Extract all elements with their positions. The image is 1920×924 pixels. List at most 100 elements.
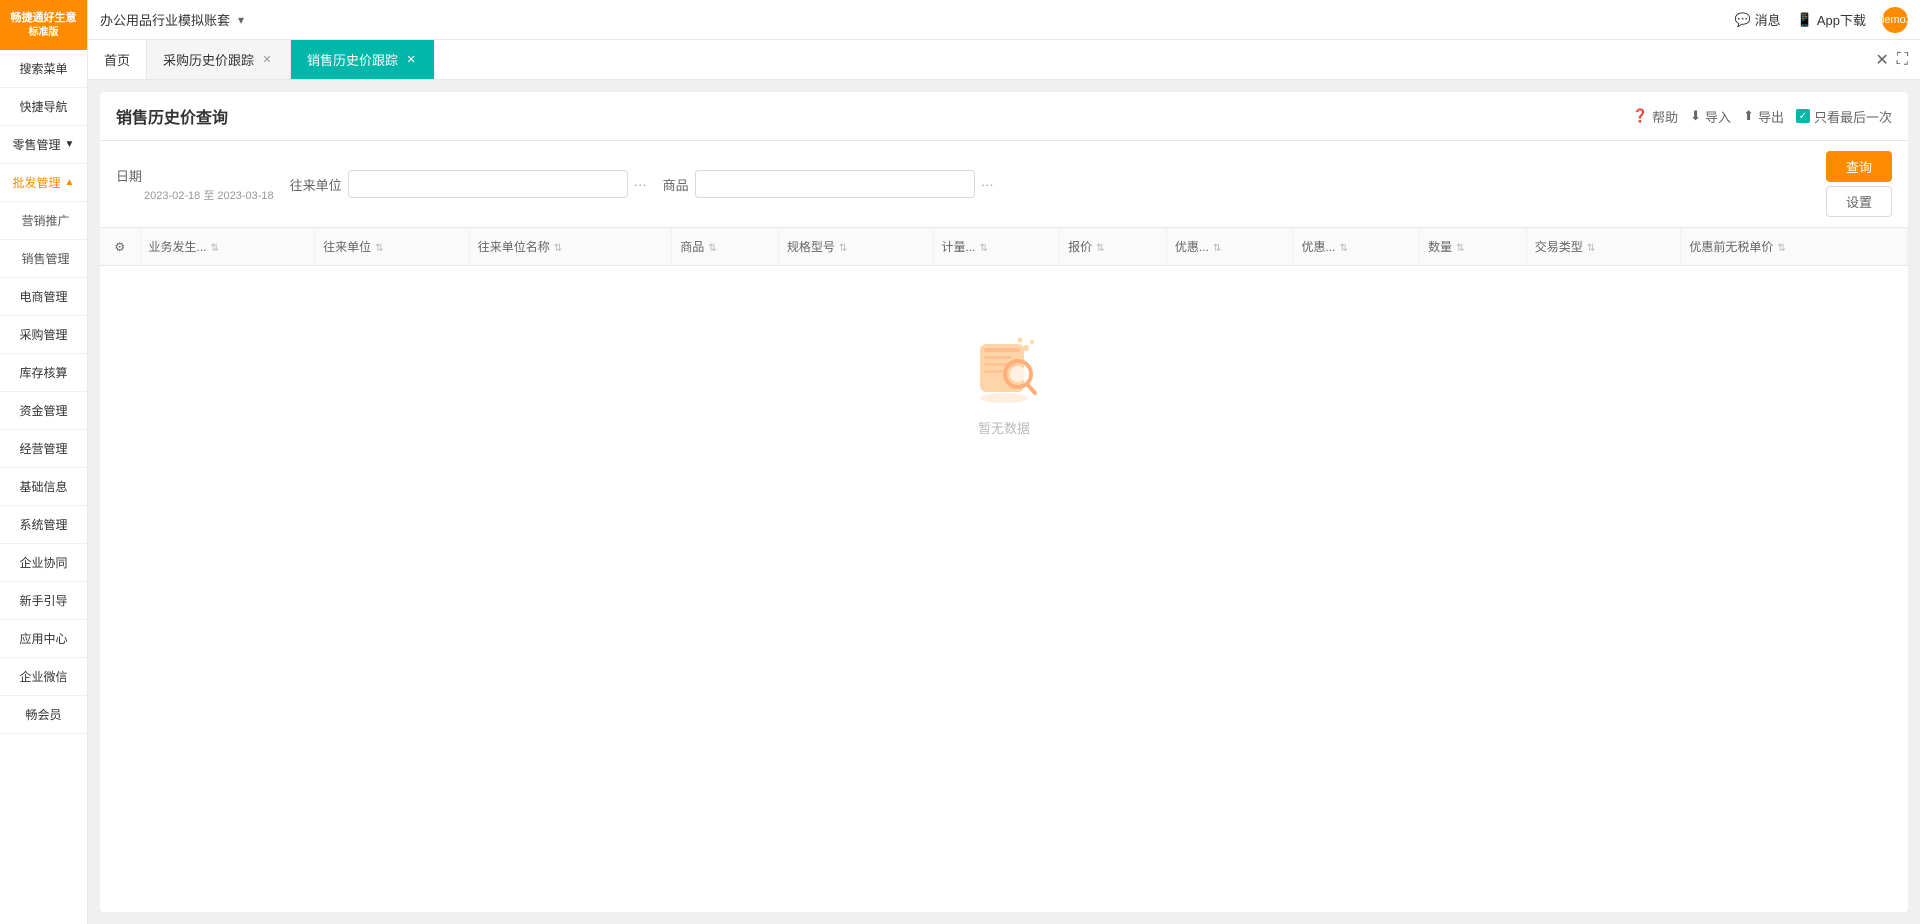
col-header-product[interactable]: 商品⇅ — [672, 228, 779, 266]
tab-label-1: 采购历史价跟踪 — [163, 50, 254, 69]
import-btn[interactable]: ⬇ 导入 — [1690, 107, 1731, 126]
tab-close-2[interactable]: ✕ — [404, 53, 418, 67]
message-icon: 💬 — [1734, 12, 1750, 28]
data-table: ⚙业务发生...⇅往来单位⇅往来单位名称⇅商品⇅规格型号⇅计量...⇅报价⇅优惠… — [100, 228, 1908, 266]
tab-sales-history[interactable]: 销售历史价跟踪 ✕ — [291, 40, 435, 79]
sort-icon: ⇅ — [1456, 243, 1464, 254]
page-title: 销售历史价查询 — [116, 104, 228, 128]
date-range-display: 2023-02-18 至 2023-03-18 — [144, 187, 274, 203]
partner-dots[interactable]: ··· — [634, 177, 647, 192]
col-header-partner_code[interactable]: 往来单位⇅ — [315, 228, 470, 266]
col-header-spec[interactable]: 规格型号⇅ — [778, 228, 933, 266]
date-filter-group: 日期 — [116, 166, 274, 185]
date-label: 日期 — [116, 166, 142, 185]
col-header-settings: ⚙ — [100, 228, 140, 266]
sort-icon: ⇅ — [708, 243, 716, 254]
avatar: demo2 — [1882, 7, 1908, 33]
date-filter-block: 日期 2023-02-18 至 2023-03-18 — [116, 166, 274, 203]
sidebar-item-6[interactable]: 电商管理 — [0, 278, 87, 316]
sidebar-item-4[interactable]: 营销推广 — [0, 202, 87, 240]
settings-icon[interactable]: ⚙ — [114, 240, 125, 254]
product-input[interactable] — [695, 170, 975, 198]
sidebar-item-15[interactable]: 应用中心 — [0, 620, 87, 658]
logo-line2: 标准版 — [29, 27, 59, 38]
app-download-btn[interactable]: 📱 App下载 — [1797, 10, 1866, 29]
close-tab-btn[interactable]: ✕ — [1875, 50, 1888, 70]
top-bar: 办公用品行业模拟账套 ▾ 💬 消息 📱 App下载 demo2 — [88, 0, 1920, 40]
export-btn[interactable]: ⬆ 导出 — [1743, 107, 1784, 126]
col-header-price[interactable]: 报价⇅ — [1060, 228, 1167, 266]
sidebar-item-14[interactable]: 新手引导 — [0, 582, 87, 620]
sidebar-arrow-2: ▼ — [65, 139, 75, 150]
col-header-quantity[interactable]: 数量⇅ — [1420, 228, 1527, 266]
phone-icon: 📱 — [1797, 12, 1813, 28]
col-header-discount1[interactable]: 优惠...⇅ — [1166, 228, 1293, 266]
partner-filter-group: 往来单位 ··· — [290, 170, 647, 198]
sidebar-item-3[interactable]: 批发管理 ▲ — [0, 164, 87, 202]
sort-icon: ⇅ — [211, 243, 219, 254]
tab-purchase-history[interactable]: 采购历史价跟踪 ✕ — [147, 40, 291, 79]
col-header-pre_discount_price[interactable]: 优惠前无税单价⇅ — [1681, 228, 1908, 266]
sidebar-item-2[interactable]: 零售管理 ▼ — [0, 126, 87, 164]
sidebar-item-9[interactable]: 资金管理 — [0, 392, 87, 430]
sidebar-item-8[interactable]: 库存核算 — [0, 354, 87, 392]
sidebar-item-16[interactable]: 企业微信 — [0, 658, 87, 696]
sidebar-item-7[interactable]: 采购管理 — [0, 316, 87, 354]
sidebar-label-2: 零售管理 — [13, 136, 61, 153]
tab-label-2: 销售历史价跟踪 — [307, 50, 398, 69]
sort-icon: ⇅ — [1587, 243, 1595, 254]
sidebar-item-1[interactable]: 快捷导航 — [0, 88, 87, 126]
empty-state: 暂无数据 — [100, 266, 1908, 497]
sort-icon: ⇅ — [839, 243, 847, 254]
tabs-bar: 首页 采购历史价跟踪 ✕ 销售历史价跟踪 ✕ ✕ ⛶ — [88, 40, 1920, 80]
partner-input[interactable] — [348, 170, 628, 198]
page-card: 销售历史价查询 ❓ 帮助 ⬇ 导入 ⬆ 导出 ✓ — [100, 92, 1908, 912]
filter-actions: 查询 设置 — [1826, 151, 1892, 217]
product-dots[interactable]: ··· — [981, 177, 994, 192]
sidebar-item-17[interactable]: 畅会员 — [0, 696, 87, 734]
help-icon: ❓ — [1632, 108, 1648, 124]
col-header-discount2[interactable]: 优惠...⇅ — [1293, 228, 1420, 266]
sidebar-item-5[interactable]: 销售管理 — [0, 240, 87, 278]
partner-label: 往来单位 — [290, 175, 342, 194]
import-icon: ⬇ — [1690, 108, 1701, 124]
sidebar-item-0[interactable]: 搜索菜单 — [0, 50, 87, 88]
only-last-toggle[interactable]: ✓ 只看最后一次 — [1796, 107, 1892, 126]
sort-icon: ⇅ — [1213, 243, 1221, 254]
tab-label-0: 首页 — [104, 50, 130, 69]
top-bar-left: 办公用品行业模拟账套 ▾ — [100, 10, 244, 29]
sort-icon: ⇅ — [1777, 243, 1785, 254]
sort-icon: ⇅ — [1096, 243, 1104, 254]
sort-icon: ⇅ — [980, 243, 988, 254]
workspace-title: 办公用品行业模拟账套 — [100, 10, 230, 29]
col-header-business_date[interactable]: 业务发生...⇅ — [140, 228, 315, 266]
sidebar-item-11[interactable]: 基础信息 — [0, 468, 87, 506]
settings-button[interactable]: 设置 — [1826, 186, 1892, 217]
message-btn[interactable]: 💬 消息 — [1734, 10, 1780, 29]
sidebar: 畅捷通好生意 标准版 搜索菜单快捷导航零售管理▼批发管理▲营销推广销售管理电商管… — [0, 0, 88, 924]
col-header-unit[interactable]: 计量...⇅ — [933, 228, 1060, 266]
help-btn[interactable]: ❓ 帮助 — [1632, 107, 1678, 126]
sidebar-item-10[interactable]: 经营管理 — [0, 430, 87, 468]
sidebar-item-12[interactable]: 系统管理 — [0, 506, 87, 544]
col-header-partner_name[interactable]: 往来单位名称⇅ — [469, 228, 672, 266]
content-area: 销售历史价查询 ❓ 帮助 ⬇ 导入 ⬆ 导出 ✓ — [88, 80, 1920, 924]
tab-home[interactable]: 首页 — [88, 40, 147, 79]
top-bar-right: 💬 消息 📱 App下载 demo2 — [1734, 7, 1908, 33]
sort-icon: ⇅ — [375, 243, 383, 254]
user-avatar-btn[interactable]: demo2 — [1882, 7, 1908, 33]
sidebar-arrow-3: ▲ — [65, 177, 75, 188]
sidebar-label-3: 批发管理 — [13, 174, 61, 191]
only-last-checkbox: ✓ — [1796, 109, 1810, 123]
sort-icon: ⇅ — [1339, 243, 1347, 254]
tabs-actions: ✕ ⛶ — [1863, 40, 1920, 79]
empty-text: 暂无数据 — [978, 418, 1030, 437]
sidebar-item-13[interactable]: 企业协同 — [0, 544, 87, 582]
query-button[interactable]: 查询 — [1826, 151, 1892, 182]
workspace-dropdown[interactable]: ▾ — [238, 13, 244, 27]
table-area: ⚙业务发生...⇅往来单位⇅往来单位名称⇅商品⇅规格型号⇅计量...⇅报价⇅优惠… — [100, 228, 1908, 912]
tab-close-1[interactable]: ✕ — [260, 53, 274, 67]
col-header-trade_type[interactable]: 交易类型⇅ — [1526, 228, 1681, 266]
page-header: 销售历史价查询 ❓ 帮助 ⬇ 导入 ⬆ 导出 ✓ — [100, 92, 1908, 141]
maximize-btn[interactable]: ⛶ — [1897, 51, 1908, 69]
